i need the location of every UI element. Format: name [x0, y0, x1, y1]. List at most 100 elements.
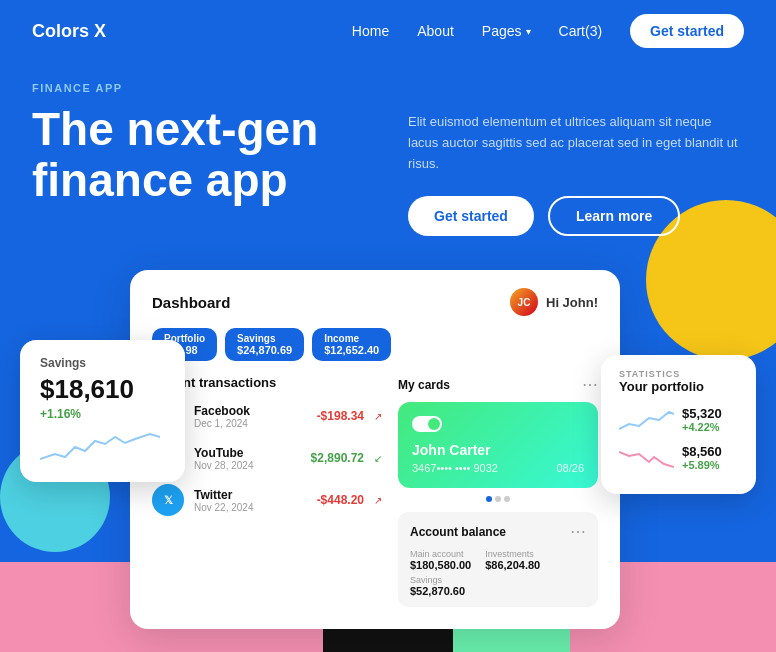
account-dots-icon[interactable]: ⋯ — [570, 522, 586, 541]
dots-menu-icon[interactable]: ⋯ — [582, 375, 598, 394]
twitter-icon: 𝕏 — [152, 484, 184, 516]
trans-amount: $2,890.72 — [311, 451, 364, 465]
investments-value: $86,204.80 — [485, 559, 540, 571]
hero-buttons: Get started Learn more — [408, 196, 744, 236]
trans-name: Twitter — [194, 488, 307, 502]
hero-learn-more-button[interactable]: Learn more — [548, 196, 680, 236]
stats-value-2: $8,560 — [682, 444, 722, 459]
trans-date: Nov 28, 2024 — [194, 460, 301, 471]
credit-card: John Carter 3467•••• •••• 9032 08/26 — [398, 402, 598, 488]
savings-chart — [40, 429, 165, 468]
right-panel: My cards ⋯ John Carter 3467•••• •••• 903… — [398, 375, 598, 607]
account-balance-section: Account balance ⋯ Main account $180,580.… — [398, 512, 598, 607]
account-balance-title: Account balance — [410, 525, 506, 539]
tab-income[interactable]: Income $12,652.40 — [312, 328, 391, 361]
nav-logo[interactable]: Colors X — [32, 21, 106, 42]
investments-item: Investments $86,204.80 — [485, 549, 540, 571]
stats-item-2: $8,560 +5.89% — [619, 442, 738, 472]
trans-amount: -$448.20 — [317, 493, 364, 507]
savings-change: +1.16% — [40, 407, 165, 421]
nav-links: Home About Pages ▾ Cart(3) Get started — [352, 14, 744, 48]
statistics-widget: Statistics Your portfolio $5,320 +4.22% … — [601, 355, 756, 494]
statistics-label: Statistics — [619, 369, 738, 379]
transactions-panel: Recent transactions f Facebook Dec 1, 20… — [152, 375, 382, 607]
card-dot-2 — [495, 496, 501, 502]
dashboard-header: Dashboard JC Hi John! — [152, 288, 598, 316]
dashboard-body: Recent transactions f Facebook Dec 1, 20… — [152, 375, 598, 607]
tab-savings[interactable]: Savings $24,870.69 — [225, 328, 304, 361]
arrow-down-icon: ↙ — [374, 453, 382, 464]
trans-name: Facebook — [194, 404, 307, 418]
trans-date: Nov 22, 2024 — [194, 502, 307, 513]
table-row: 𝕏 Twitter Nov 22, 2024 -$448.20 ↗ — [152, 484, 382, 516]
nav-get-started-button[interactable]: Get started — [630, 14, 744, 48]
dashboard-card: Dashboard JC Hi John! Portfolio $58.98 S… — [130, 270, 620, 629]
savings-label: Savings — [40, 356, 165, 370]
nav-link-pages[interactable]: Pages ▾ — [482, 23, 531, 39]
avatar: JC — [510, 288, 538, 316]
card-number: 3467•••• •••• 9032 08/26 — [412, 462, 584, 474]
nav-link-cart[interactable]: Cart(3) — [559, 23, 603, 39]
card-dots-indicator — [398, 496, 598, 502]
stats-info-1: $5,320 +4.22% — [682, 406, 722, 433]
hero-left: The next-gen finance app — [32, 104, 368, 205]
table-row: f Facebook Dec 1, 2024 -$198.34 ↗ — [152, 400, 382, 432]
nav-link-home[interactable]: Home — [352, 23, 389, 39]
dashboard-container: Dashboard JC Hi John! Portfolio $58.98 S… — [130, 270, 620, 629]
account-balance-row: Main account $180,580.00 Investments $86… — [410, 549, 586, 571]
arrow-up-icon: ↗ — [374, 411, 382, 422]
dashboard-tabs: Portfolio $58.98 Savings $24,870.69 Inco… — [152, 328, 598, 361]
table-row: ▶ YouTube Nov 28, 2024 $2,890.72 ↙ — [152, 442, 382, 474]
navbar: Colors X Home About Pages ▾ Cart(3) Get … — [0, 0, 776, 62]
arrow-up-icon: ↗ — [374, 495, 382, 506]
hero-section: FINANCE APP The next-gen finance app Eli… — [0, 62, 776, 236]
trans-date: Dec 1, 2024 — [194, 418, 307, 429]
savings-amount: $18,610 — [40, 374, 165, 405]
savings-widget: Savings $18,610 +1.16% — [20, 340, 185, 482]
main-account-value: $180,580.00 — [410, 559, 471, 571]
hero-content: The next-gen finance app Elit euismod el… — [32, 104, 744, 236]
transactions-title: Recent transactions — [152, 375, 382, 390]
savings-balance-item: Savings $52,870.60 — [410, 575, 586, 597]
stats-chart-mini-1 — [619, 404, 674, 434]
chevron-down-icon: ▾ — [526, 26, 531, 37]
transaction-info: Facebook Dec 1, 2024 — [194, 404, 307, 429]
account-balance-header: Account balance ⋯ — [410, 522, 586, 541]
stats-pct-2: +5.89% — [682, 459, 722, 471]
my-cards-section: My cards ⋯ John Carter 3467•••• •••• 903… — [398, 375, 598, 502]
tab-savings-value: $24,870.69 — [237, 344, 292, 356]
hero-label: FINANCE APP — [32, 82, 744, 94]
stats-info-2: $8,560 +5.89% — [682, 444, 722, 471]
savings-balance-value: $52,870.60 — [410, 585, 586, 597]
hero-title: The next-gen finance app — [32, 104, 368, 205]
transaction-info: Twitter Nov 22, 2024 — [194, 488, 307, 513]
stats-value-1: $5,320 — [682, 406, 722, 421]
card-dot-1 — [486, 496, 492, 502]
nav-link-about[interactable]: About — [417, 23, 454, 39]
card-holder-name: John Carter — [412, 442, 584, 458]
transaction-info: YouTube Nov 28, 2024 — [194, 446, 301, 471]
hero-get-started-button[interactable]: Get started — [408, 196, 534, 236]
main-account-item: Main account $180,580.00 — [410, 549, 471, 571]
stats-pct-1: +4.22% — [682, 421, 722, 433]
dashboard-title: Dashboard — [152, 294, 230, 311]
statistics-title: Your portfolio — [619, 379, 738, 394]
card-toggle[interactable] — [412, 416, 442, 432]
tab-income-value: $12,652.40 — [324, 344, 379, 356]
card-number-partial: 3467•••• •••• 9032 — [412, 462, 498, 474]
investments-label: Investments — [485, 549, 540, 559]
savings-balance-label: Savings — [410, 575, 586, 585]
card-expiry: 08/26 — [556, 462, 584, 474]
hero-right: Elit euismod elementum et ultrices aliqu… — [408, 104, 744, 236]
tab-income-label: Income — [324, 333, 379, 344]
tab-savings-label: Savings — [237, 333, 292, 344]
my-cards-title: My cards — [398, 378, 450, 392]
card-dot-3 — [504, 496, 510, 502]
main-account-label: Main account — [410, 549, 471, 559]
trans-amount: -$198.34 — [317, 409, 364, 423]
dashboard-greeting: JC Hi John! — [510, 288, 598, 316]
stats-chart-mini-2 — [619, 442, 674, 472]
trans-name: YouTube — [194, 446, 301, 460]
my-cards-header: My cards ⋯ — [398, 375, 598, 394]
hero-description: Elit euismod elementum et ultrices aliqu… — [408, 112, 744, 174]
